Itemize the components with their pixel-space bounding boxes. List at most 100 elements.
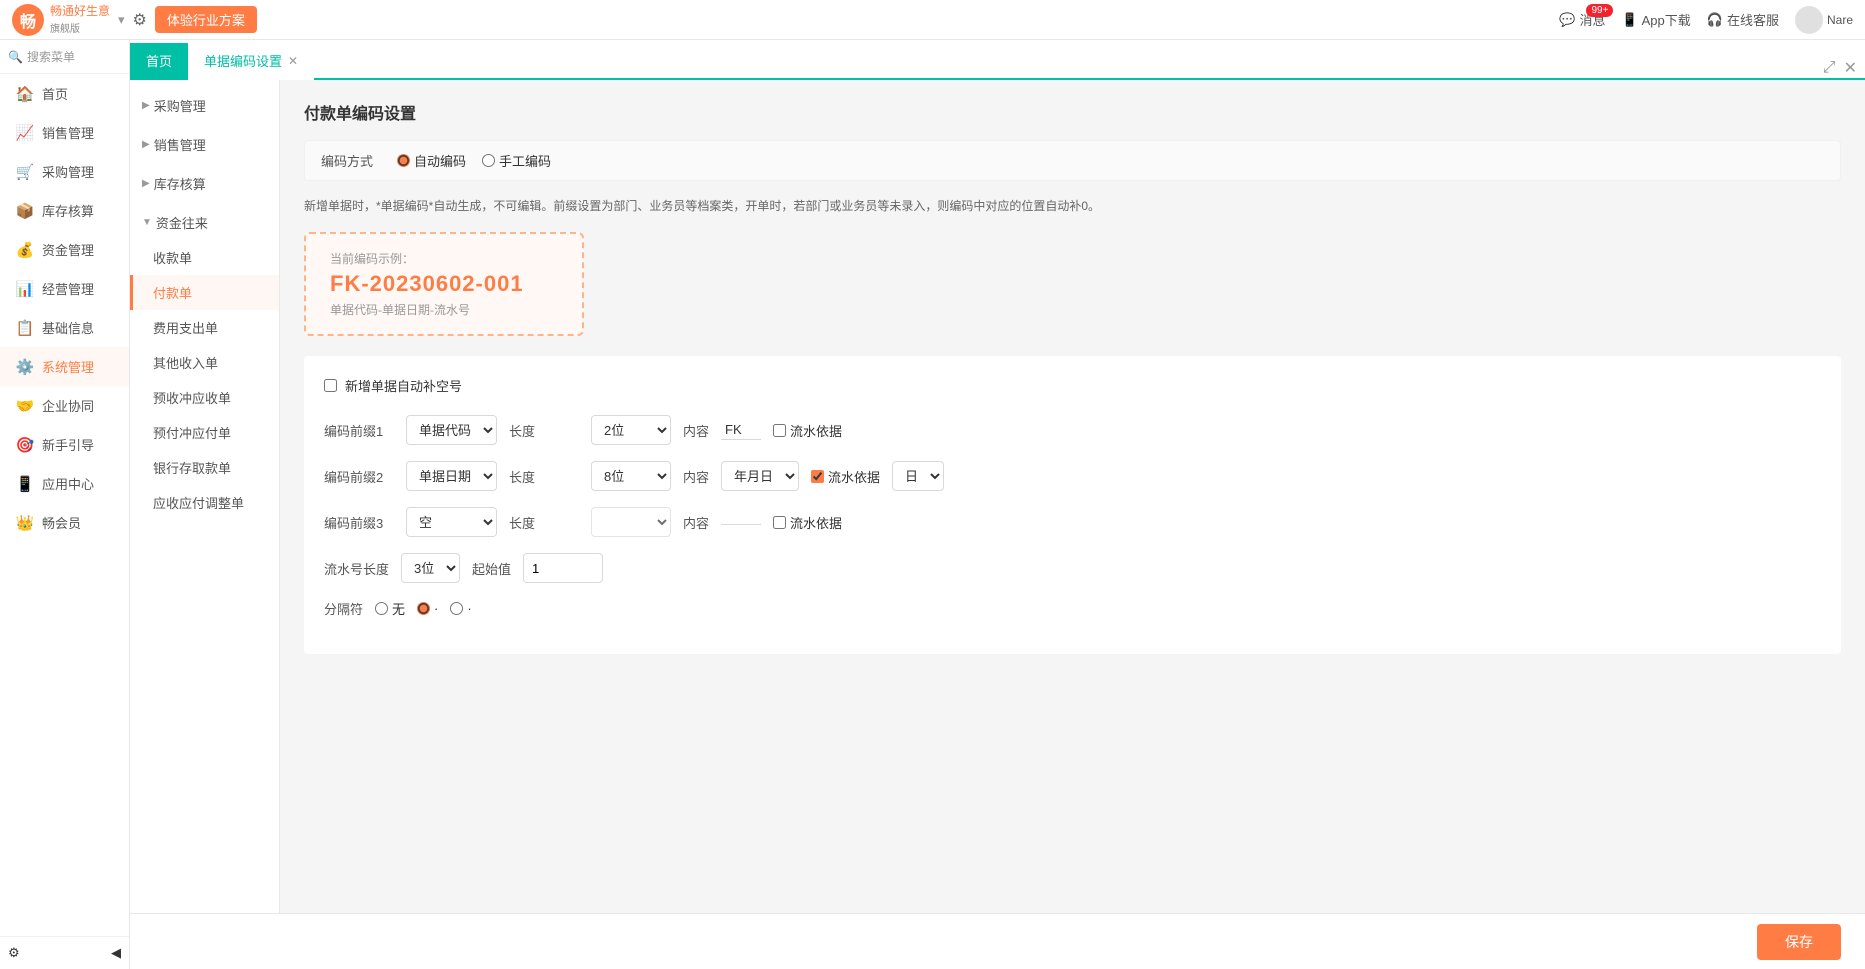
auto-encoding-option[interactable]: 自动编码 [397,151,466,170]
length1-label: 长度 [509,421,579,440]
close-window-icon[interactable]: ✕ [1844,58,1857,78]
sub-menu-item-adjust[interactable]: 应收应付调整单 [130,485,279,520]
stream2-checkbox[interactable] [811,470,824,483]
sidebar-item-app-center[interactable]: 📱 应用中心 [0,464,129,503]
example-card: 当前编码示例： FK-20230602-001 单据代码-单据日期-流水号 [304,232,584,336]
sub-menu-group-purchase: ▶ 采购管理 [130,88,279,123]
dropdown-arrow-icon[interactable]: ▾ [118,12,125,28]
search-label: 搜索菜单 [27,48,75,65]
save-button[interactable]: 保存 [1757,924,1841,960]
sep-none-radio[interactable] [375,602,388,615]
tab-close-icon[interactable]: ✕ [288,54,298,68]
maximize-icon[interactable]: ⤢ [1823,59,1836,77]
tab-home[interactable]: 首页 [130,43,188,80]
length3-select[interactable] [591,507,671,537]
stream3-checkbox-item[interactable]: 流水依据 [773,513,842,532]
sidebar-item-purchase[interactable]: 🛒 采购管理 [0,152,129,191]
encoding-type-section: 编码方式 自动编码 手工编码 [304,140,1841,181]
online-service-button[interactable]: 🎧 在线客服 [1707,10,1779,29]
prefix2-select[interactable]: 单据日期 单据代码 空 [406,461,497,491]
app-download-button[interactable]: 📱 App下载 [1621,10,1690,29]
sub-menu-header-purchase[interactable]: ▶ 采购管理 [130,88,279,123]
collapse-icon[interactable]: ◀ [111,945,121,961]
trial-button[interactable]: 体验行业方案 [155,6,257,33]
search-icon: 🔍 [8,50,23,64]
tab-home-label: 首页 [146,51,172,70]
message-badge: 99+ [1586,4,1613,17]
sub-menu-item-expense[interactable]: 费用支出单 [130,310,279,345]
day-select[interactable]: 日 月 年 [892,461,944,491]
sidebar-item-label: 基础信息 [42,318,94,337]
manual-encoding-option[interactable]: 手工编码 [482,151,551,170]
sub-menu-item-prepay-offset[interactable]: 预收冲应收单 [130,380,279,415]
start-value-label: 起始值 [472,559,511,578]
search-menu[interactable]: 🔍 搜索菜单 [0,40,129,74]
manual-encoding-radio[interactable] [482,154,495,167]
tab-encoding[interactable]: 单据编码设置 ✕ [188,43,314,80]
sep-dot2-label: · [467,601,471,616]
sep-none-option[interactable]: 无 [375,599,405,618]
sidebar-item-label: 采购管理 [42,162,94,181]
user-profile[interactable]: Nare [1795,6,1853,34]
length2-label: 长度 [509,467,579,486]
message-button[interactable]: 💬 消息 99+ [1559,10,1605,29]
stream2-checkbox-item[interactable]: 流水依据 [811,467,880,486]
stream3-label: 流水依据 [790,513,842,532]
main-content: 付款单编码设置 编码方式 自动编码 手工编码 [280,80,1865,913]
sub-menu-header-inventory[interactable]: ▶ 库存核算 [130,166,279,201]
sidebar-item-label: 销售管理 [42,123,94,142]
stream1-checkbox-item[interactable]: 流水依据 [773,421,842,440]
sep-dot1-radio[interactable] [417,602,430,615]
auto-encoding-radio[interactable] [397,154,410,167]
sep-dot1-option[interactable]: · [417,601,438,616]
length2-select[interactable]: 8位 6位 4位 [591,461,671,491]
auto-fill-label: 新增单据自动补空号 [345,376,462,395]
sidebar-item-guide[interactable]: 🎯 新手引导 [0,425,129,464]
sidebar-item-enterprise[interactable]: 🤝 企业协同 [0,386,129,425]
sidebar-item-home[interactable]: 🏠 首页 [0,74,129,113]
sidebar-item-sales[interactable]: 📈 销售管理 [0,113,129,152]
prefix1-label: 编码前缀1 [324,421,394,440]
sub-menu-item-other-income[interactable]: 其他收入单 [130,345,279,380]
stream3-checkbox[interactable] [773,516,786,529]
settings-icon[interactable]: ⚙ [133,10,147,30]
online-service-label: 在线客服 [1727,10,1779,29]
sep-dot2-radio[interactable] [450,602,463,615]
prefix3-select[interactable]: 空 单据代码 单据日期 [406,507,497,537]
content3-label: 内容 [683,513,709,532]
top-bar-left: 畅 畅通好生意 旗舰版 ▾ ⚙ 体验行业方案 [12,4,257,36]
prefix2-label: 编码前缀2 [324,467,394,486]
brand-logo: 畅 [12,4,44,36]
sidebar-item-basic-info[interactable]: 📋 基础信息 [0,308,129,347]
sidebar-item-label: 畅会员 [42,513,81,532]
avatar [1795,6,1823,34]
sub-menu-item-bank[interactable]: 银行存取款单 [130,450,279,485]
start-value-input[interactable] [523,553,603,583]
sidebar-item-system[interactable]: ⚙️ 系统管理 [0,347,129,386]
stream2-label: 流水依据 [828,467,880,486]
sub-menu-inventory-label: 库存核算 [154,174,206,193]
sub-menu-item-receipt[interactable]: 收款单 [130,240,279,275]
content2-select[interactable]: 年月日 年月 年 [721,461,799,491]
sidebar-item-management[interactable]: 📊 经营管理 [0,269,129,308]
sidebar-item-inventory[interactable]: 📦 库存核算 [0,191,129,230]
sub-menu-item-advance-offset[interactable]: 预付冲应付单 [130,415,279,450]
stream1-checkbox[interactable] [773,424,786,437]
sub-menu-item-payment[interactable]: 付款单 [130,275,279,310]
sidebar-item-label: 系统管理 [42,357,94,376]
serial-length-select[interactable]: 3位 4位 5位 [401,553,460,583]
length1-select[interactable]: 2位 3位 4位 [591,415,671,445]
settings-footer-icon[interactable]: ⚙ [8,945,20,961]
inventory-icon: 📦 [16,202,34,220]
sub-menu-header-sales[interactable]: ▶ 销售管理 [130,127,279,162]
top-bar: 畅 畅通好生意 旗舰版 ▾ ⚙ 体验行业方案 💬 消息 99+ 📱 App下载 … [0,0,1865,40]
sidebar-item-vip[interactable]: 👑 畅会员 [0,503,129,542]
sep-dot2-option[interactable]: · [450,601,471,616]
sidebar-item-finance[interactable]: 💰 资金管理 [0,230,129,269]
sub-menu-header-funds[interactable]: ▼ 资金往来 [130,205,279,240]
vip-icon: 👑 [16,514,34,532]
auto-fill-checkbox[interactable] [324,379,337,392]
prefix1-select[interactable]: 单据代码 单据日期 空 [406,415,497,445]
sidebar: 🔍 搜索菜单 🏠 首页 📈 销售管理 🛒 采购管理 📦 库存核算 💰 [0,40,130,969]
sub-menu-purchase-label: 采购管理 [154,96,206,115]
